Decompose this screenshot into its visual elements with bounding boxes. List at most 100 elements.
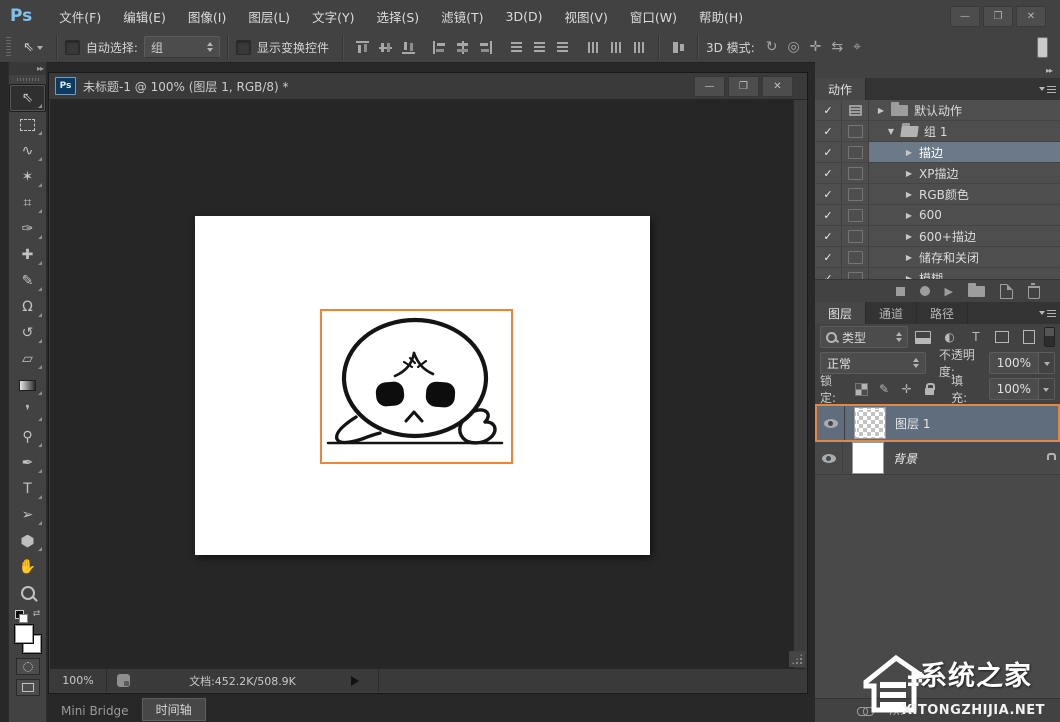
- brush-tool[interactable]: ✎: [10, 268, 45, 294]
- filter-adjustment-icon[interactable]: ◐: [939, 328, 960, 346]
- blend-mode-dropdown[interactable]: 正常: [820, 352, 926, 374]
- action-toggle[interactable]: ✓: [815, 163, 842, 183]
- distribute-left-icon[interactable]: [586, 41, 601, 54]
- expand-arrow-icon[interactable]: ▶: [877, 106, 885, 115]
- menu-filter[interactable]: 滤镜(T): [430, 0, 494, 32]
- resize-grip[interactable]: [789, 651, 805, 667]
- action-row[interactable]: ✓ ▶ 储存和关闭: [815, 247, 1060, 268]
- lock-position-icon[interactable]: ✛: [898, 382, 916, 396]
- action-dialog-toggle[interactable]: [842, 226, 869, 246]
- visibility-toggle[interactable]: [817, 406, 845, 440]
- lock-transparency-icon[interactable]: [853, 382, 871, 396]
- new-set-button[interactable]: [968, 282, 985, 297]
- tab-paths[interactable]: 路径: [917, 302, 969, 324]
- layer-thumbnail[interactable]: [854, 407, 886, 439]
- current-tool-button[interactable]: ⇖: [17, 40, 49, 55]
- action-row[interactable]: ✓ ▼ 组 1: [815, 121, 1060, 142]
- expand-arrow-icon[interactable]: ▶: [905, 232, 913, 241]
- doc-maximize-button[interactable]: ❐: [728, 75, 759, 97]
- layer-thumbnail[interactable]: [852, 442, 884, 474]
- align-bottom-icon[interactable]: [401, 41, 416, 54]
- action-toggle[interactable]: ✓: [815, 142, 842, 162]
- layer-name[interactable]: 背景: [893, 450, 917, 467]
- align-vcenter-icon[interactable]: [378, 41, 393, 54]
- path-selection-tool[interactable]: ➢: [10, 502, 45, 528]
- doc-close-button[interactable]: ✕: [762, 75, 793, 97]
- record-button[interactable]: [919, 286, 930, 296]
- action-dialog-toggle[interactable]: [842, 247, 869, 267]
- expand-arrow-icon[interactable]: ▶: [905, 211, 913, 220]
- 3d-scale-icon[interactable]: ⌖: [853, 39, 861, 55]
- maximize-button[interactable]: ❐: [983, 5, 1013, 27]
- menu-select[interactable]: 选择(S): [365, 0, 430, 32]
- action-row-selected[interactable]: ✓ ▶ 描边: [815, 142, 1060, 163]
- menu-help[interactable]: 帮助(H): [688, 0, 754, 32]
- canvas[interactable]: [195, 216, 650, 555]
- distribute-bottom-icon[interactable]: [555, 41, 570, 54]
- distribute-right-icon[interactable]: [632, 41, 647, 54]
- 3d-rotate-icon[interactable]: ↻: [766, 39, 778, 55]
- distribute-hcenter-icon[interactable]: [609, 41, 624, 54]
- gradient-tool[interactable]: [10, 372, 45, 398]
- menu-type[interactable]: 文字(Y): [301, 0, 365, 32]
- filter-text-icon[interactable]: T: [965, 328, 986, 346]
- align-hcenter-icon[interactable]: [455, 40, 470, 54]
- blur-tool[interactable]: ❜: [10, 398, 45, 424]
- filter-smart-object-icon[interactable]: [1018, 328, 1039, 346]
- lasso-tool[interactable]: ∿: [10, 138, 45, 164]
- hand-tool[interactable]: ✋: [10, 554, 45, 580]
- magic-wand-tool[interactable]: ✶: [10, 164, 45, 190]
- visibility-toggle[interactable]: [815, 442, 843, 474]
- menu-edit[interactable]: 编辑(E): [112, 0, 177, 32]
- new-action-button[interactable]: [1000, 283, 1013, 299]
- show-transform-checkbox[interactable]: [235, 39, 251, 55]
- close-button[interactable]: ✕: [1016, 5, 1046, 27]
- options-bar-handle[interactable]: [1037, 37, 1048, 58]
- action-row[interactable]: ✓ ▶ 600+描边: [815, 226, 1060, 247]
- action-dialog-toggle[interactable]: [842, 121, 869, 141]
- 3d-slide-icon[interactable]: ⇆: [831, 39, 843, 55]
- 3d-drag-icon[interactable]: ✛: [810, 39, 822, 55]
- history-brush-tool[interactable]: ↺: [10, 320, 45, 346]
- action-toggle[interactable]: ✓: [815, 121, 842, 141]
- screen-mode-button[interactable]: [15, 679, 40, 696]
- layer-name[interactable]: 图层 1: [895, 415, 930, 432]
- fill-dropdown[interactable]: 100%: [988, 378, 1055, 400]
- filter-shape-icon[interactable]: [992, 328, 1013, 346]
- panel-menu-icon[interactable]: [1034, 78, 1060, 100]
- lock-all-icon[interactable]: [920, 383, 938, 395]
- play-button[interactable]: ▶: [945, 285, 953, 298]
- collapse-arrow-icon[interactable]: ▼: [887, 127, 895, 136]
- panel-menu-icon[interactable]: [1034, 302, 1060, 324]
- opacity-dropdown[interactable]: 100%: [988, 352, 1055, 374]
- document-title-bar[interactable]: Ps 未标题-1 @ 100% (图层 1, RGB/8) * — ❐ ✕: [49, 73, 807, 100]
- rectangular-marquee-tool[interactable]: [10, 112, 45, 138]
- action-dialog-toggle[interactable]: [842, 184, 869, 204]
- expand-arrow-icon[interactable]: ▶: [905, 253, 913, 262]
- panels-collapse-button[interactable]: ▸▸: [815, 62, 1060, 79]
- minimize-button[interactable]: —: [950, 5, 980, 27]
- eyedropper-tool[interactable]: ✑: [10, 216, 45, 242]
- distribute-top-icon[interactable]: [509, 41, 524, 54]
- filter-image-icon[interactable]: [913, 328, 934, 346]
- menu-layer[interactable]: 图层(L): [237, 0, 301, 32]
- vertical-scrollbar[interactable]: [793, 100, 806, 668]
- action-row[interactable]: ✓ ▶ 默认动作: [815, 100, 1060, 121]
- action-toggle[interactable]: ✓: [815, 205, 842, 225]
- quick-mask-button[interactable]: [15, 658, 40, 675]
- align-top-icon[interactable]: [355, 40, 370, 54]
- action-dialog-toggle[interactable]: [842, 163, 869, 183]
- zoom-tool[interactable]: [10, 580, 45, 606]
- type-tool[interactable]: T: [10, 476, 45, 502]
- tab-actions[interactable]: 动作: [815, 78, 867, 100]
- doc-minimize-button[interactable]: —: [694, 75, 725, 97]
- align-right-icon[interactable]: [478, 40, 493, 54]
- layer-selection-bounds[interactable]: [320, 309, 513, 464]
- tab-channels[interactable]: 通道: [866, 302, 918, 324]
- distribute-vcenter-icon[interactable]: [532, 41, 547, 54]
- delete-button[interactable]: [1028, 283, 1040, 299]
- pen-tool[interactable]: ✒: [10, 450, 45, 476]
- auto-select-dropdown[interactable]: 组: [143, 36, 220, 58]
- tab-mini-bridge[interactable]: Mini Bridge: [48, 700, 142, 721]
- clone-stamp-tool[interactable]: Ω: [10, 294, 45, 320]
